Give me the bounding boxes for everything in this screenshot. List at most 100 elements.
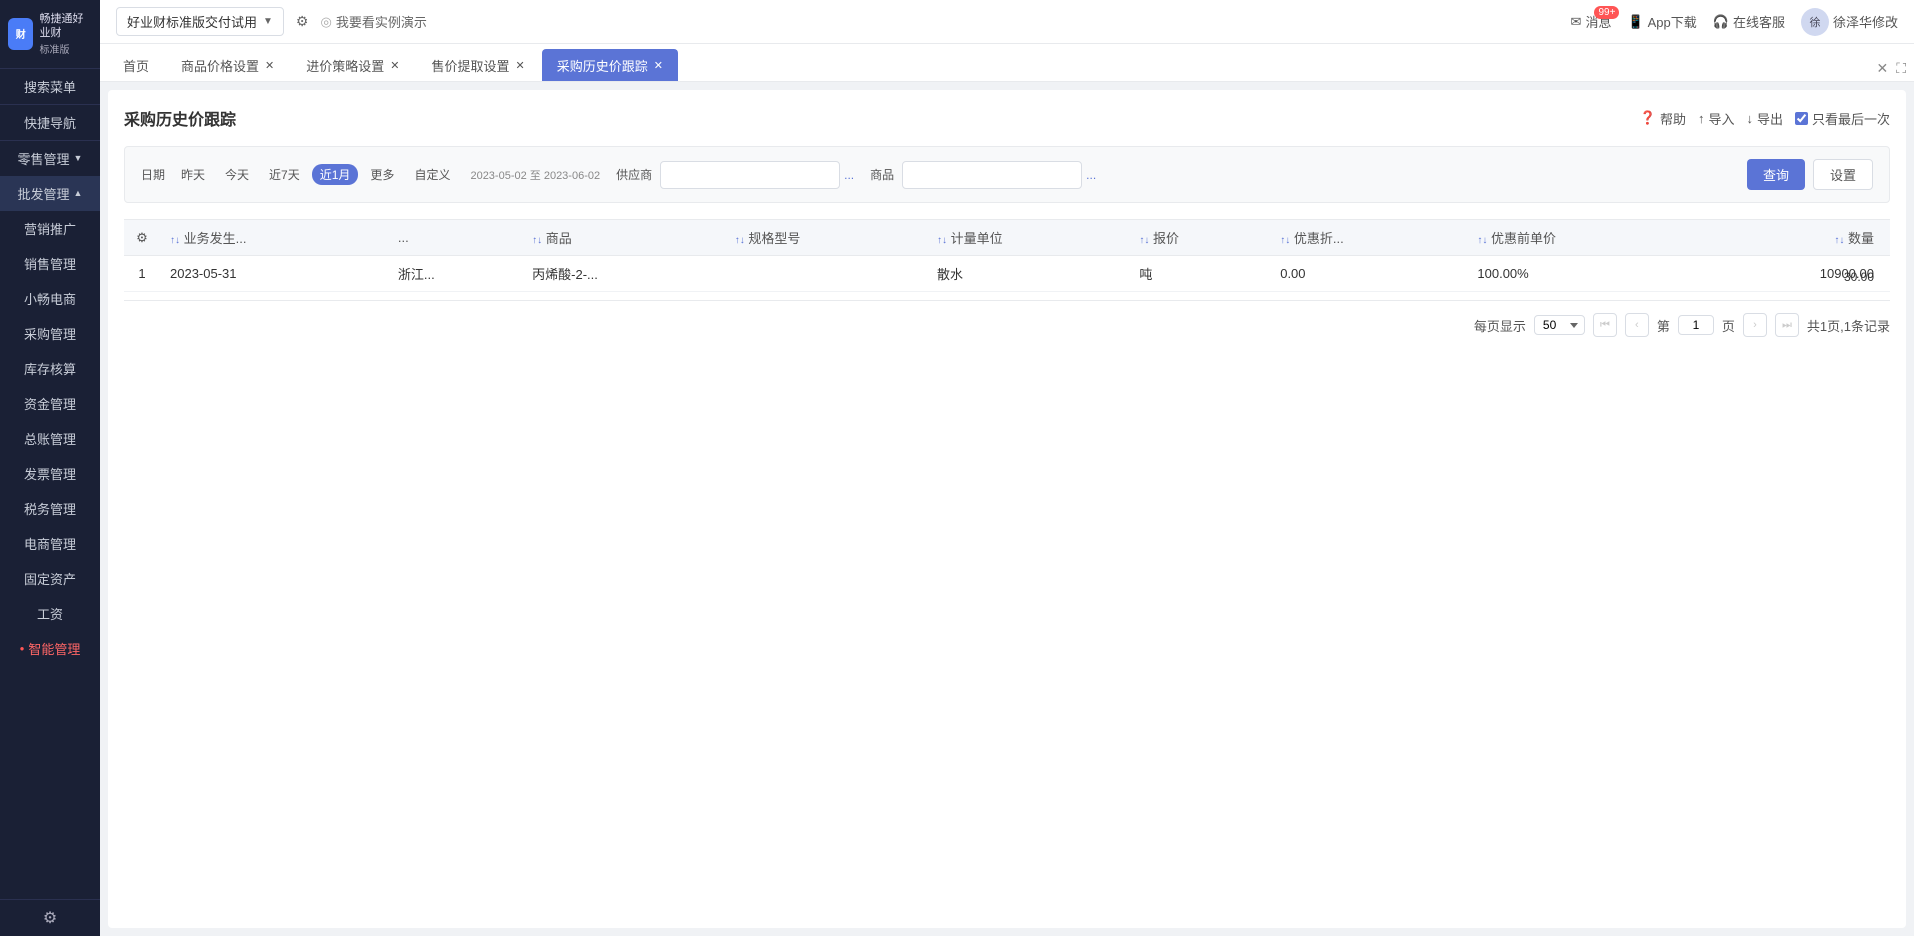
sidebar-item-retail[interactable]: 零售管理 ▼ — [0, 141, 100, 176]
col-price[interactable]: ↑↓ 报价 — [1129, 220, 1270, 256]
tab-home[interactable]: 首页 — [108, 49, 164, 81]
sidebar-item-assets[interactable]: 固定资产 — [0, 561, 100, 596]
col-biz-date[interactable]: ↑↓ 业务发生... — [160, 220, 388, 256]
col-discount-pct[interactable]: ↑↓ 优惠折... — [1270, 220, 1467, 256]
next-page-btn[interactable]: › — [1743, 313, 1767, 337]
date-btn-1month[interactable]: 近1月 — [312, 164, 359, 185]
user-btn[interactable]: 徐 徐泽华修改 — [1801, 8, 1898, 36]
sidebar-item-wholesale[interactable]: 批发管理 ▲ — [0, 176, 100, 211]
tabbar: 首页 商品价格设置 ✕ 进价策略设置 ✕ 售价提取设置 ✕ 采购历史价跟踪 ✕ … — [100, 44, 1914, 82]
topbar-settings-icon[interactable]: ⚙ — [296, 13, 309, 30]
date-btn-custom[interactable]: 自定义 — [406, 164, 458, 185]
per-page-select[interactable]: 20 50 100 — [1534, 315, 1585, 335]
main-area: 好业财标准版交付试用 ▼ ⚙ ◎ 我要看实例演示 ✉ 消息 99+ 📱 App下… — [100, 0, 1914, 936]
page-header: 采购历史价跟踪 ❓ 帮助 ↑ 导入 ↓ 导出 只看最后一次 — [124, 106, 1890, 130]
col-before-discount[interactable]: ↑↓ 优惠前单价 — [1467, 220, 1700, 256]
supplier-input[interactable] — [660, 161, 840, 189]
settings-btn[interactable]: 设置 — [1813, 159, 1873, 190]
avatar: 徐 — [1801, 8, 1829, 36]
page-title: 采购历史价跟踪 — [124, 106, 236, 130]
import-btn[interactable]: ↑ 导入 — [1698, 109, 1735, 128]
help-btn[interactable]: ❓ 帮助 — [1640, 109, 1686, 128]
col-more[interactable]: ... — [388, 220, 522, 256]
sidebar-item-marketing[interactable]: 营销推广 — [0, 211, 100, 246]
qty-column-overlay: 30.00 — [124, 262, 1890, 292]
supplier-more-btn[interactable]: ... — [844, 168, 854, 182]
message-btn[interactable]: ✉ 消息 99+ — [1571, 12, 1612, 31]
page-number-input[interactable] — [1678, 315, 1714, 335]
sidebar-item-inventory[interactable]: 库存核算 — [0, 351, 100, 386]
sidebar-item-ecommerce-mini[interactable]: 小畅电商 — [0, 281, 100, 316]
chevron-down-icon: ▼ — [74, 153, 83, 163]
tab-history-price-close-icon[interactable]: ✕ — [654, 59, 663, 72]
last-page-btn[interactable]: ⏭ — [1775, 313, 1799, 337]
col-product[interactable]: ↑↓ 商品 — [522, 220, 725, 256]
product-input-group: ... — [902, 161, 1096, 189]
export-icon: ↓ — [1746, 111, 1753, 126]
question-icon: ❓ — [1640, 110, 1656, 126]
logo-name: 畅捷通好业财 — [39, 12, 92, 41]
product-input[interactable] — [902, 161, 1082, 189]
tab-price[interactable]: 商品价格设置 ✕ — [166, 49, 289, 81]
product-filter-label: 商品 — [870, 166, 894, 183]
phone-icon: 📱 — [1627, 14, 1643, 30]
sidebar-item-sales[interactable]: 销售管理 — [0, 246, 100, 281]
sidebar-item-ledger[interactable]: 总账管理 — [0, 421, 100, 456]
tab-purchase-strategy[interactable]: 进价策略设置 ✕ — [291, 49, 414, 81]
tab-price-close-icon[interactable]: ✕ — [265, 59, 274, 72]
sidebar-item-salary[interactable]: 工资 — [0, 596, 100, 631]
date-btn-more[interactable]: 更多 — [362, 164, 402, 185]
sidebar-bottom: ⚙ — [0, 899, 100, 936]
col-unit[interactable]: ↑↓ 计量单位 — [927, 220, 1129, 256]
sidebar-search[interactable]: 搜索菜单 — [0, 69, 100, 105]
version-label: 好业财标准版交付试用 — [127, 12, 257, 31]
date-btn-7days[interactable]: 近7天 — [261, 164, 308, 185]
sidebar-item-invoice[interactable]: 发票管理 — [0, 456, 100, 491]
tab-sale-price-label: 售价提取设置 — [431, 56, 509, 75]
tab-sale-price[interactable]: 售价提取设置 ✕ — [416, 49, 539, 81]
page-content: 采购历史价跟踪 ❓ 帮助 ↑ 导入 ↓ 导出 只看最后一次 — [108, 90, 1906, 928]
col-gear[interactable]: ⚙ — [124, 220, 160, 256]
sort-before-discount-icon: ↑↓ — [1477, 235, 1487, 246]
settings-icon[interactable]: ⚙ — [43, 910, 57, 927]
export-btn[interactable]: ↓ 导出 — [1746, 109, 1783, 128]
demo-link[interactable]: ◎ 我要看实例演示 — [320, 12, 426, 31]
only-last-toggle[interactable]: 只看最后一次 — [1795, 109, 1890, 128]
topbar: 好业财标准版交付试用 ▼ ⚙ ◎ 我要看实例演示 ✉ 消息 99+ 📱 App下… — [100, 0, 1914, 44]
date-btn-yesterday[interactable]: 昨天 — [173, 164, 213, 185]
product-more-btn[interactable]: ... — [1086, 168, 1096, 182]
page-prefix-label: 第 — [1657, 316, 1670, 335]
query-btn[interactable]: 查询 — [1747, 159, 1805, 190]
only-last-checkbox[interactable] — [1795, 112, 1808, 125]
tab-history-price[interactable]: 采购历史价跟踪 ✕ — [542, 49, 678, 81]
sidebar-item-tax[interactable]: 税务管理 — [0, 491, 100, 526]
col-qty[interactable]: ↑↓ 数量 — [1700, 220, 1890, 256]
first-page-btn[interactable]: ⏮ — [1593, 313, 1617, 337]
logo-version: 标准版 — [39, 41, 92, 56]
date-range-display: 2023-05-02 至 2023-06-02 — [470, 167, 600, 183]
version-selector[interactable]: 好业财标准版交付试用 ▼ — [116, 7, 284, 36]
sidebar-item-ecommerce[interactable]: 电商管理 — [0, 526, 100, 561]
maximize-icon[interactable]: ⛶ — [1896, 60, 1906, 77]
supplier-input-group: ... — [660, 161, 854, 189]
prev-page-btn[interactable]: ‹ — [1625, 313, 1649, 337]
date-options: 昨天 今天 近7天 近1月 更多 自定义 — [173, 164, 458, 185]
sort-unit-icon: ↑↓ — [937, 235, 947, 246]
sort-spec-icon: ↑↓ — [735, 235, 745, 246]
tab-purchase-strategy-close-icon[interactable]: ✕ — [390, 59, 399, 72]
sidebar-quicknav[interactable]: 快捷导航 — [0, 105, 100, 141]
col-spec[interactable]: ↑↓ 规格型号 — [725, 220, 927, 256]
service-btn[interactable]: 🎧 在线客服 — [1713, 12, 1785, 31]
tab-sale-price-close-icon[interactable]: ✕ — [516, 59, 525, 72]
date-btn-today[interactable]: 今天 — [217, 164, 257, 185]
minimize-icon[interactable]: ✕ — [1876, 60, 1888, 77]
sort-asc-icon: ↑↓ — [170, 235, 180, 246]
col-more-icon: ... — [398, 230, 409, 245]
sidebar-item-smart[interactable]: ●智能管理 — [0, 631, 100, 666]
sidebar-item-finance[interactable]: 资金管理 — [0, 386, 100, 421]
sort-product-icon: ↑↓ — [532, 235, 542, 246]
sidebar-item-purchase[interactable]: 采购管理 — [0, 316, 100, 351]
total-info-label: 共1页,1条记录 — [1807, 316, 1890, 335]
app-download-btn[interactable]: 📱 App下载 — [1627, 12, 1696, 31]
tab-history-price-label: 采购历史价跟踪 — [557, 56, 648, 75]
